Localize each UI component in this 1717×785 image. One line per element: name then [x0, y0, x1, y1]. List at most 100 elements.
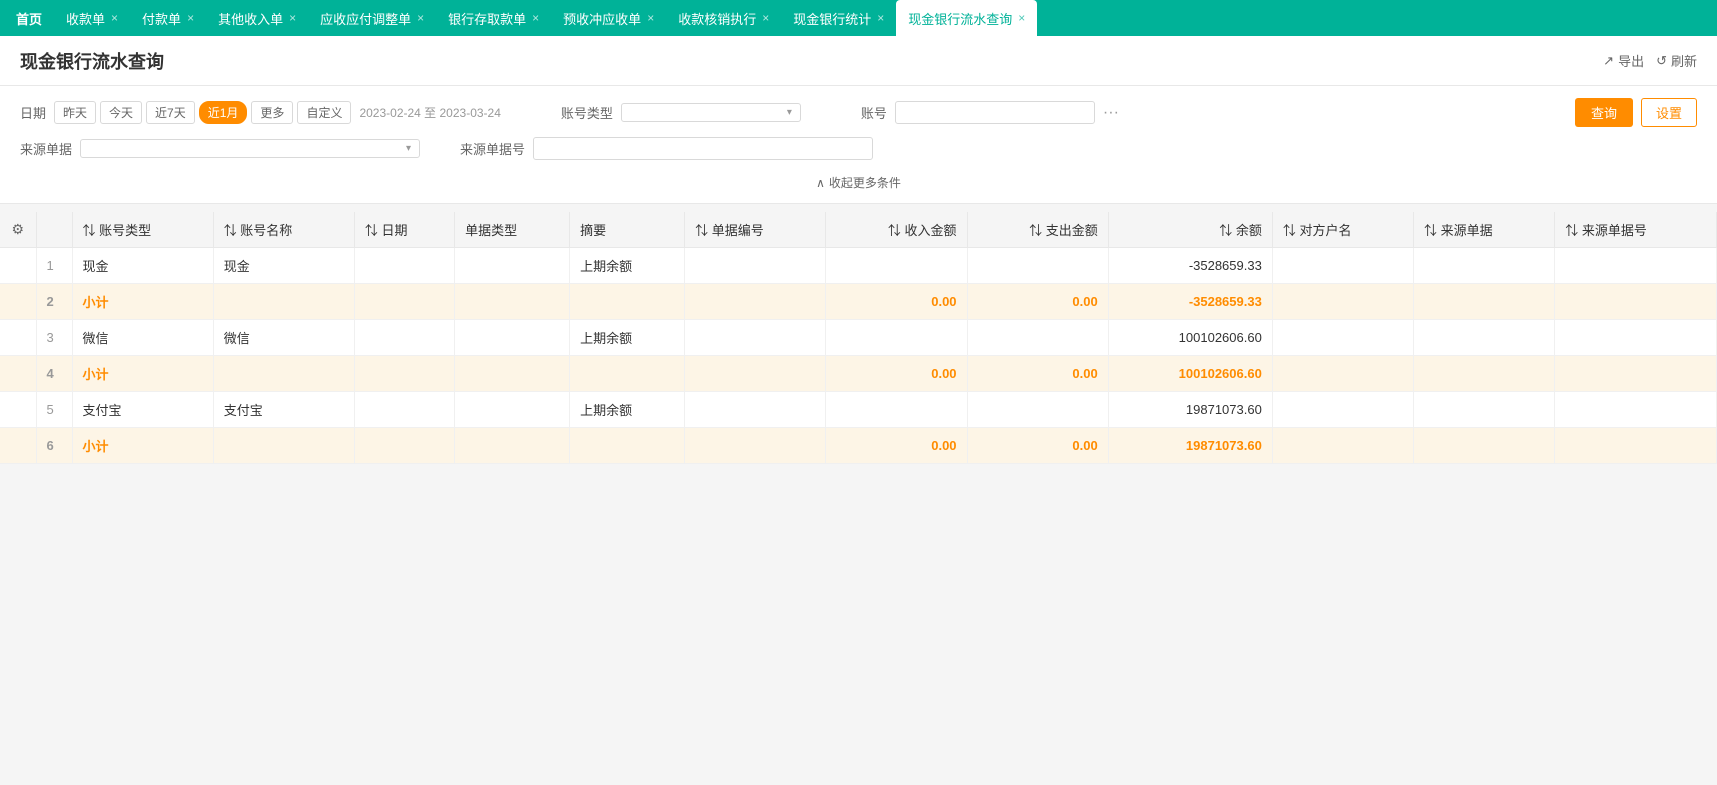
col-settings: ⚙ — [0, 212, 36, 248]
cell-account-name — [213, 428, 354, 464]
col-account-name: ⇅ 账号名称 — [213, 212, 354, 248]
cell-account-type: 小计 — [72, 428, 213, 464]
cell-source-doc — [1414, 248, 1555, 284]
close-icon[interactable]: × — [877, 11, 884, 25]
nav-tab-fukuandan[interactable]: 付款单 × — [130, 0, 206, 36]
page-title: 现金银行流水查询 — [20, 48, 164, 74]
date-btn-1month[interactable]: 近1月 — [199, 101, 248, 124]
nav-tab-yushoucuchongshoudan[interactable]: 预收冲应收单 × — [551, 0, 666, 36]
col-date: ⇅ 日期 — [354, 212, 454, 248]
nav-home[interactable]: 首页 — [4, 0, 54, 36]
source-doc-no-filter: 来源单据号 — [460, 137, 873, 160]
nav-tab-qitashourudan[interactable]: 其他收入单 × — [206, 0, 308, 36]
close-icon[interactable]: × — [1018, 11, 1025, 25]
cell-summary: 上期余额 — [570, 248, 685, 284]
source-doc-filter: 来源单据 ▾ — [20, 139, 420, 158]
cell-date — [354, 284, 454, 320]
cell-account-name: 支付宝 — [213, 392, 354, 428]
cell-account-name: 微信 — [213, 320, 354, 356]
nav-tab-shoukuandan[interactable]: 收款单 × — [54, 0, 130, 36]
table-row: 1 现金 现金 上期余额 -3528659.33 — [0, 248, 1717, 284]
source-doc-select[interactable]: ▾ — [80, 139, 420, 158]
account-type-select[interactable]: ▾ — [621, 103, 801, 122]
cell-doc-no — [685, 392, 826, 428]
source-doc-no-label: 来源单据号 — [460, 139, 525, 158]
cell-date — [354, 320, 454, 356]
col-source-doc-no: ⇅ 来源单据号 — [1555, 212, 1717, 248]
table-row: 6 小计 0.00 0.00 19871073.60 — [0, 428, 1717, 464]
date-options: 昨天 今天 近7天 近1月 更多 自定义 2023-02-24 至 2023-0… — [54, 101, 501, 124]
cell-num: 3 — [36, 320, 72, 356]
close-icon[interactable]: × — [647, 11, 654, 25]
close-icon[interactable]: × — [187, 11, 194, 25]
close-icon[interactable]: × — [762, 11, 769, 25]
cell-balance: 100102606.60 — [1108, 320, 1272, 356]
account-type-label: 账号类型 — [561, 103, 613, 122]
cell-source-doc-no — [1555, 248, 1717, 284]
close-icon[interactable]: × — [417, 11, 424, 25]
cell-num: 4 — [36, 356, 72, 392]
cell-doc-no — [685, 428, 826, 464]
collapse-label: 收起更多条件 — [829, 174, 901, 191]
close-icon[interactable]: × — [111, 11, 118, 25]
cell-summary — [570, 428, 685, 464]
close-icon[interactable]: × — [289, 11, 296, 25]
cell-summary — [570, 356, 685, 392]
more-options-icon[interactable]: ··· — [1103, 104, 1119, 122]
gear-icon[interactable]: ⚙ — [11, 221, 24, 237]
cell-counterparty — [1272, 356, 1413, 392]
col-source-doc: ⇅ 来源单据 — [1414, 212, 1555, 248]
cell-balance: 100102606.60 — [1108, 356, 1272, 392]
nav-tab-xianjinyinhangtongi[interactable]: 现金银行统计 × — [781, 0, 896, 36]
nav-tab-xianjinyinhangliushui[interactable]: 现金银行流水查询 × — [896, 0, 1037, 36]
cell-source-doc — [1414, 320, 1555, 356]
date-btn-today[interactable]: 今天 — [100, 101, 142, 124]
cell-doc-type — [455, 320, 570, 356]
refresh-button[interactable]: ↺ 刷新 — [1656, 51, 1697, 70]
nav-tab-yingshouyingfutiaozhendan[interactable]: 应收应付调整单 × — [308, 0, 436, 36]
cell-doc-type — [455, 392, 570, 428]
nav-tab-yinhangcunqukuandan[interactable]: 银行存取款单 × — [436, 0, 551, 36]
cell-income: 0.00 — [826, 356, 967, 392]
collapse-bar[interactable]: ∧ 收起更多条件 — [20, 170, 1697, 191]
cell-doc-type — [455, 248, 570, 284]
cell-settings — [0, 248, 36, 284]
export-button[interactable]: ↗ 导出 — [1603, 51, 1644, 70]
date-btn-7days[interactable]: 近7天 — [146, 101, 195, 124]
top-navigation: 首页 收款单 × 付款单 × 其他收入单 × 应收应付调整单 × 银行存取款单 … — [0, 0, 1717, 36]
source-doc-no-input[interactable] — [533, 137, 873, 160]
cell-counterparty — [1272, 320, 1413, 356]
date-btn-custom[interactable]: 自定义 — [297, 101, 351, 124]
account-filter: 账号 ··· — [861, 101, 1119, 124]
cell-date — [354, 428, 454, 464]
cell-expense — [967, 320, 1108, 356]
cell-source-doc-no — [1555, 428, 1717, 464]
page-header: 现金银行流水查询 ↗ 导出 ↺ 刷新 — [0, 36, 1717, 86]
cell-num: 1 — [36, 248, 72, 284]
col-balance: ⇅ 余额 — [1108, 212, 1272, 248]
cell-income: 0.00 — [826, 428, 967, 464]
settings-button[interactable]: 设置 — [1641, 98, 1697, 127]
col-summary: 摘要 — [570, 212, 685, 248]
nav-tab-shoukuanhexiaozixing[interactable]: 收款核销执行 × — [666, 0, 781, 36]
cell-account-type: 小计 — [72, 356, 213, 392]
cell-doc-type — [455, 356, 570, 392]
account-input[interactable] — [895, 101, 1095, 124]
cell-account-type: 现金 — [72, 248, 213, 284]
cell-summary — [570, 284, 685, 320]
date-label: 日期 — [20, 103, 46, 122]
date-btn-yesterday[interactable]: 昨天 — [54, 101, 96, 124]
date-btn-more[interactable]: 更多 — [251, 101, 293, 124]
col-doc-type: 单据类型 — [455, 212, 570, 248]
cell-balance: 19871073.60 — [1108, 428, 1272, 464]
account-type-filter: 账号类型 ▾ — [561, 103, 801, 122]
cell-settings — [0, 392, 36, 428]
export-icon: ↗ — [1603, 53, 1614, 69]
data-table-container: ⚙ ⇅ 账号类型 ⇅ 账号名称 ⇅ 日期 单据类型 摘要 ⇅ 单据编号 ⇅ 收入… — [0, 212, 1717, 464]
query-button[interactable]: 查询 — [1575, 98, 1633, 127]
close-icon[interactable]: × — [532, 11, 539, 25]
cell-income: 0.00 — [826, 284, 967, 320]
filter-area: 日期 昨天 今天 近7天 近1月 更多 自定义 2023-02-24 至 202… — [0, 86, 1717, 204]
cell-doc-type — [455, 284, 570, 320]
cell-counterparty — [1272, 248, 1413, 284]
